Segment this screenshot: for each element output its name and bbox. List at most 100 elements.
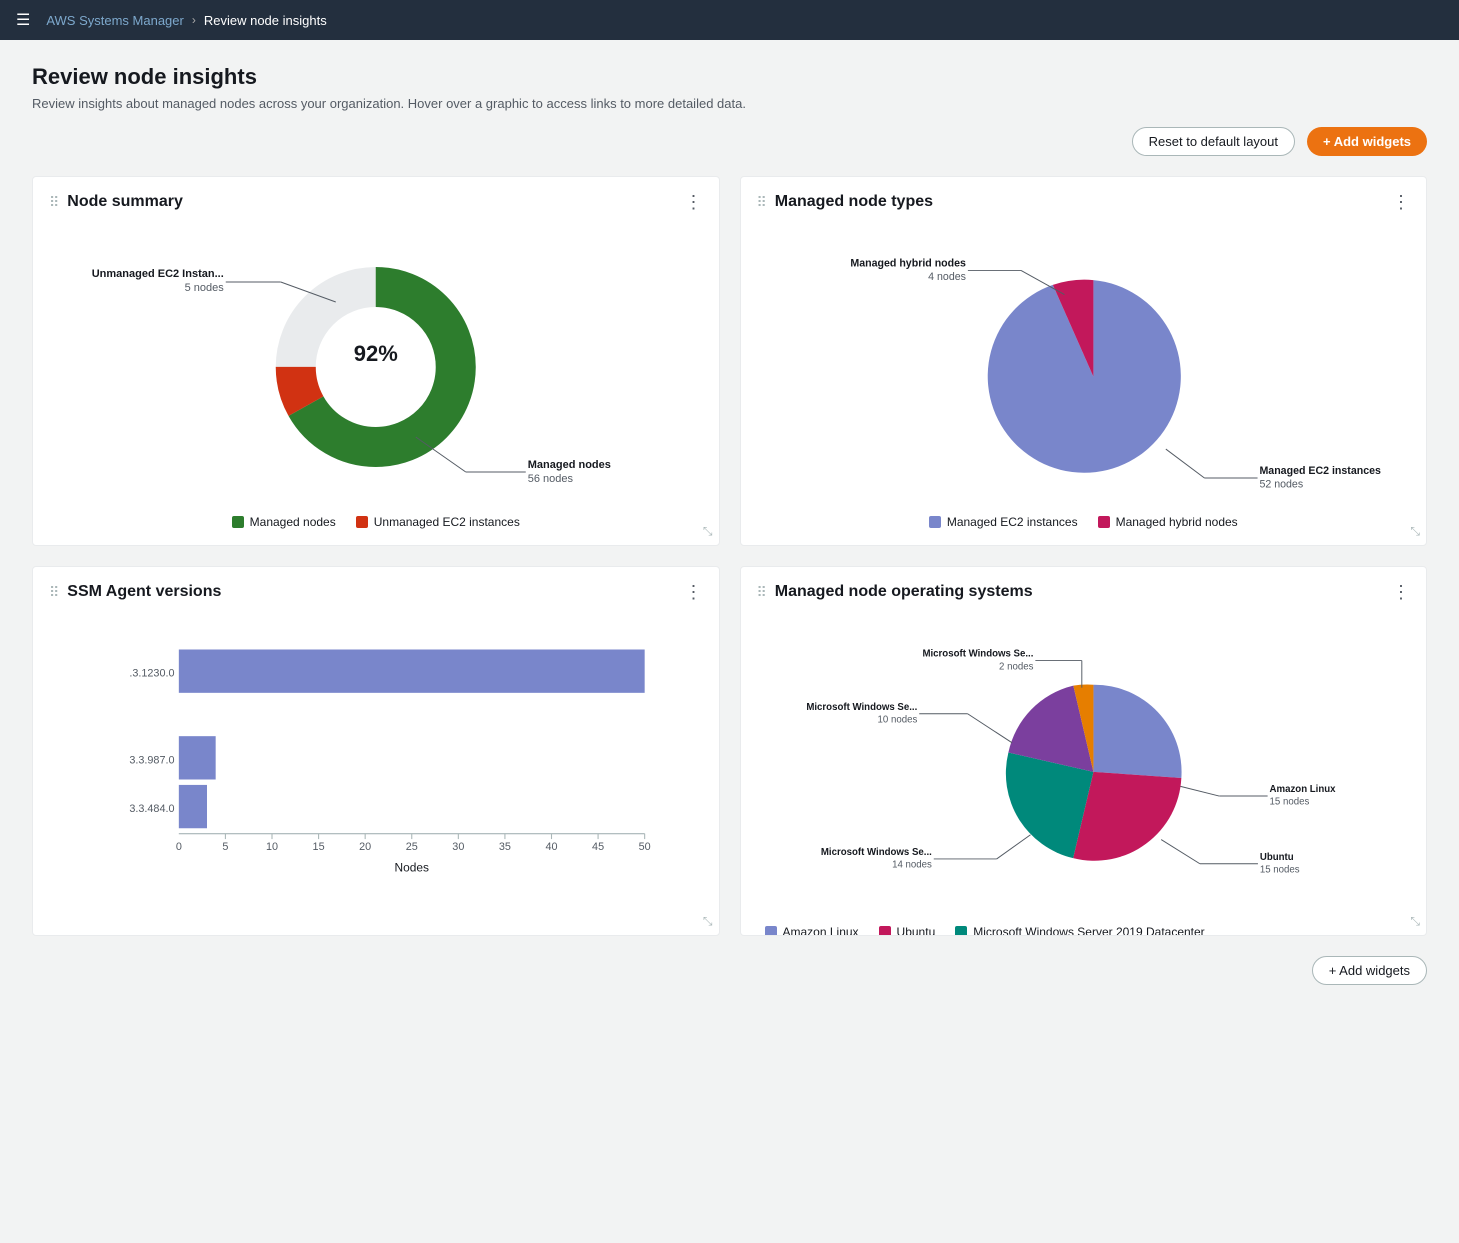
legend-unmanaged-ec2-dot	[356, 516, 368, 528]
ssm-agent-versions-title-group: ⠿ SSM Agent versions	[49, 583, 221, 601]
svg-text:25: 25	[406, 841, 418, 853]
breadcrumb-chevron: ›	[192, 13, 196, 27]
svg-text:3.3.987.0: 3.3.987.0	[129, 754, 174, 766]
legend-unmanaged-ec2: Unmanaged EC2 instances	[356, 515, 520, 529]
svg-text:15 nodes: 15 nodes	[1269, 797, 1309, 808]
legend-hybrid-dot	[1098, 516, 1110, 528]
main-content: Review node insights Review insights abo…	[0, 40, 1459, 1243]
managed-node-types-svg: Managed hybrid nodes 4 nodes Managed EC2…	[757, 227, 1411, 507]
legend-ec2-dot	[929, 516, 941, 528]
svg-text:92%: 92%	[354, 341, 398, 366]
managed-node-os-legend: Amazon Linux Ubuntu Microsoft Windows Se…	[757, 925, 1411, 936]
bar-484[interactable]	[179, 785, 207, 828]
svg-text:20: 20	[359, 841, 371, 853]
legend-win2019-dot	[955, 926, 967, 936]
managed-node-types-title-group: ⠿ Managed node types	[757, 193, 934, 211]
managed-node-types-legend: Managed EC2 instances Managed hybrid nod…	[757, 515, 1411, 529]
legend-managed-nodes: Managed nodes	[232, 515, 336, 529]
bar-1230[interactable]	[179, 650, 645, 693]
legend-al-label: Amazon Linux	[783, 925, 859, 936]
svg-text:Managed nodes: Managed nodes	[528, 459, 611, 471]
ssm-agent-menu[interactable]: ⋮	[685, 583, 703, 601]
ssm-bar-chart: 3.3.1230.0 3.3.987.0 3.3.484.0 0 5 10 15…	[49, 617, 703, 877]
widgets-grid: ⠿ Node summary ⋮	[32, 176, 1427, 936]
managed-node-os-chart-area: Microsoft Windows Se... 2 nodes Microsof…	[757, 617, 1411, 917]
svg-text:15: 15	[313, 841, 325, 853]
legend-managed-nodes-label: Managed nodes	[250, 515, 336, 529]
svg-text:4 nodes: 4 nodes	[928, 271, 966, 283]
legend-ubuntu: Ubuntu	[879, 925, 936, 936]
managed-node-os-header: ⠿ Managed node operating systems ⋮	[757, 583, 1411, 601]
svg-text:3.3.1230.0: 3.3.1230.0	[129, 668, 175, 680]
ssm-agent-title: SSM Agent versions	[67, 583, 221, 601]
add-widgets-button-bottom[interactable]: + Add widgets	[1312, 956, 1427, 985]
node-summary-chart-area: 92% Unmanaged EC2 Instan... 5 nodes Mana…	[49, 227, 703, 507]
page-title: Review node insights	[32, 64, 1427, 90]
svg-text:2 nodes: 2 nodes	[999, 661, 1034, 672]
node-summary-svg: 92% Unmanaged EC2 Instan... 5 nodes Mana…	[49, 227, 703, 507]
svg-text:Managed EC2 instances: Managed EC2 instances	[1259, 465, 1381, 477]
managed-node-types-chart-area: Managed hybrid nodes 4 nodes Managed EC2…	[757, 227, 1411, 507]
legend-amazon-linux: Amazon Linux	[765, 925, 859, 936]
legend-unmanaged-ec2-label: Unmanaged EC2 instances	[374, 515, 520, 529]
svg-text:50: 50	[639, 841, 651, 853]
svg-text:0: 0	[176, 841, 182, 853]
managed-node-types-resize[interactable]: ⤡	[1410, 524, 1420, 539]
svg-text:Ubuntu: Ubuntu	[1259, 852, 1293, 863]
bar-987[interactable]	[179, 736, 216, 779]
managed-node-os-drag-handle[interactable]: ⠿	[757, 584, 767, 601]
legend-ec2-label: Managed EC2 instances	[947, 515, 1078, 529]
add-widgets-button-top[interactable]: + Add widgets	[1307, 127, 1427, 156]
page-toolbar: Reset to default layout + Add widgets	[32, 127, 1427, 156]
ssm-agent-versions-widget: ⠿ SSM Agent versions ⋮ 3.3.1230.0 3.3.98…	[32, 566, 720, 936]
svg-text:Microsoft Windows Se...: Microsoft Windows Se...	[922, 649, 1033, 660]
svg-text:52 nodes: 52 nodes	[1259, 479, 1303, 491]
reset-layout-button[interactable]: Reset to default layout	[1132, 127, 1295, 156]
managed-node-types-drag-handle[interactable]: ⠿	[757, 194, 767, 211]
managed-node-os-menu[interactable]: ⋮	[1392, 583, 1410, 601]
ssm-bar-svg: 3.3.1230.0 3.3.987.0 3.3.484.0 0 5 10 15…	[129, 617, 695, 877]
svg-text:Managed hybrid nodes: Managed hybrid nodes	[850, 258, 966, 270]
top-nav: ☰ AWS Systems Manager › Review node insi…	[0, 0, 1459, 40]
node-summary-resize[interactable]: ⤡	[703, 524, 713, 539]
app-name-link[interactable]: AWS Systems Manager	[46, 13, 184, 28]
svg-text:5: 5	[222, 841, 228, 853]
legend-ubuntu-dot	[879, 926, 891, 936]
svg-text:15 nodes: 15 nodes	[1259, 864, 1299, 875]
ssm-agent-drag-handle[interactable]: ⠿	[49, 584, 59, 601]
svg-text:35: 35	[499, 841, 511, 853]
ssm-agent-versions-header: ⠿ SSM Agent versions ⋮	[49, 583, 703, 601]
managed-node-types-widget: ⠿ Managed node types ⋮	[740, 176, 1428, 546]
svg-text:5 nodes: 5 nodes	[185, 282, 225, 294]
node-summary-drag-handle[interactable]: ⠿	[49, 194, 59, 211]
svg-text:Nodes: Nodes	[395, 861, 429, 875]
managed-node-os-resize[interactable]: ⤡	[1410, 914, 1420, 929]
node-summary-title: Node summary	[67, 193, 183, 211]
hamburger-menu[interactable]: ☰	[16, 10, 30, 30]
node-summary-widget: ⠿ Node summary ⋮	[32, 176, 720, 546]
svg-text:10: 10	[266, 841, 278, 853]
svg-text:Unmanaged EC2 Instan...: Unmanaged EC2 Instan...	[92, 268, 224, 280]
managed-node-os-svg: Microsoft Windows Se... 2 nodes Microsof…	[757, 617, 1411, 917]
managed-node-os-widget: ⠿ Managed node operating systems ⋮	[740, 566, 1428, 936]
legend-al-dot	[765, 926, 777, 936]
managed-node-os-title-group: ⠿ Managed node operating systems	[757, 583, 1033, 601]
svg-text:Amazon Linux: Amazon Linux	[1269, 784, 1336, 795]
legend-ubuntu-label: Ubuntu	[897, 925, 936, 936]
managed-node-types-title: Managed node types	[775, 193, 933, 211]
current-page-label: Review node insights	[204, 13, 327, 28]
page-subtitle: Review insights about managed nodes acro…	[32, 96, 1427, 111]
ssm-agent-resize[interactable]: ⤡	[703, 914, 713, 929]
svg-text:40: 40	[545, 841, 557, 853]
node-summary-menu[interactable]: ⋮	[685, 193, 703, 211]
managed-node-types-menu[interactable]: ⋮	[1392, 193, 1410, 211]
legend-managed-nodes-dot	[232, 516, 244, 528]
svg-text:56 nodes: 56 nodes	[528, 473, 574, 485]
node-summary-header: ⠿ Node summary ⋮	[49, 193, 703, 211]
svg-text:10 nodes: 10 nodes	[877, 714, 917, 725]
node-summary-legend: Managed nodes Unmanaged EC2 instances	[49, 515, 703, 529]
svg-text:30: 30	[452, 841, 464, 853]
managed-node-os-title: Managed node operating systems	[775, 583, 1033, 601]
managed-node-types-header: ⠿ Managed node types ⋮	[757, 193, 1411, 211]
svg-text:14 nodes: 14 nodes	[892, 860, 932, 871]
